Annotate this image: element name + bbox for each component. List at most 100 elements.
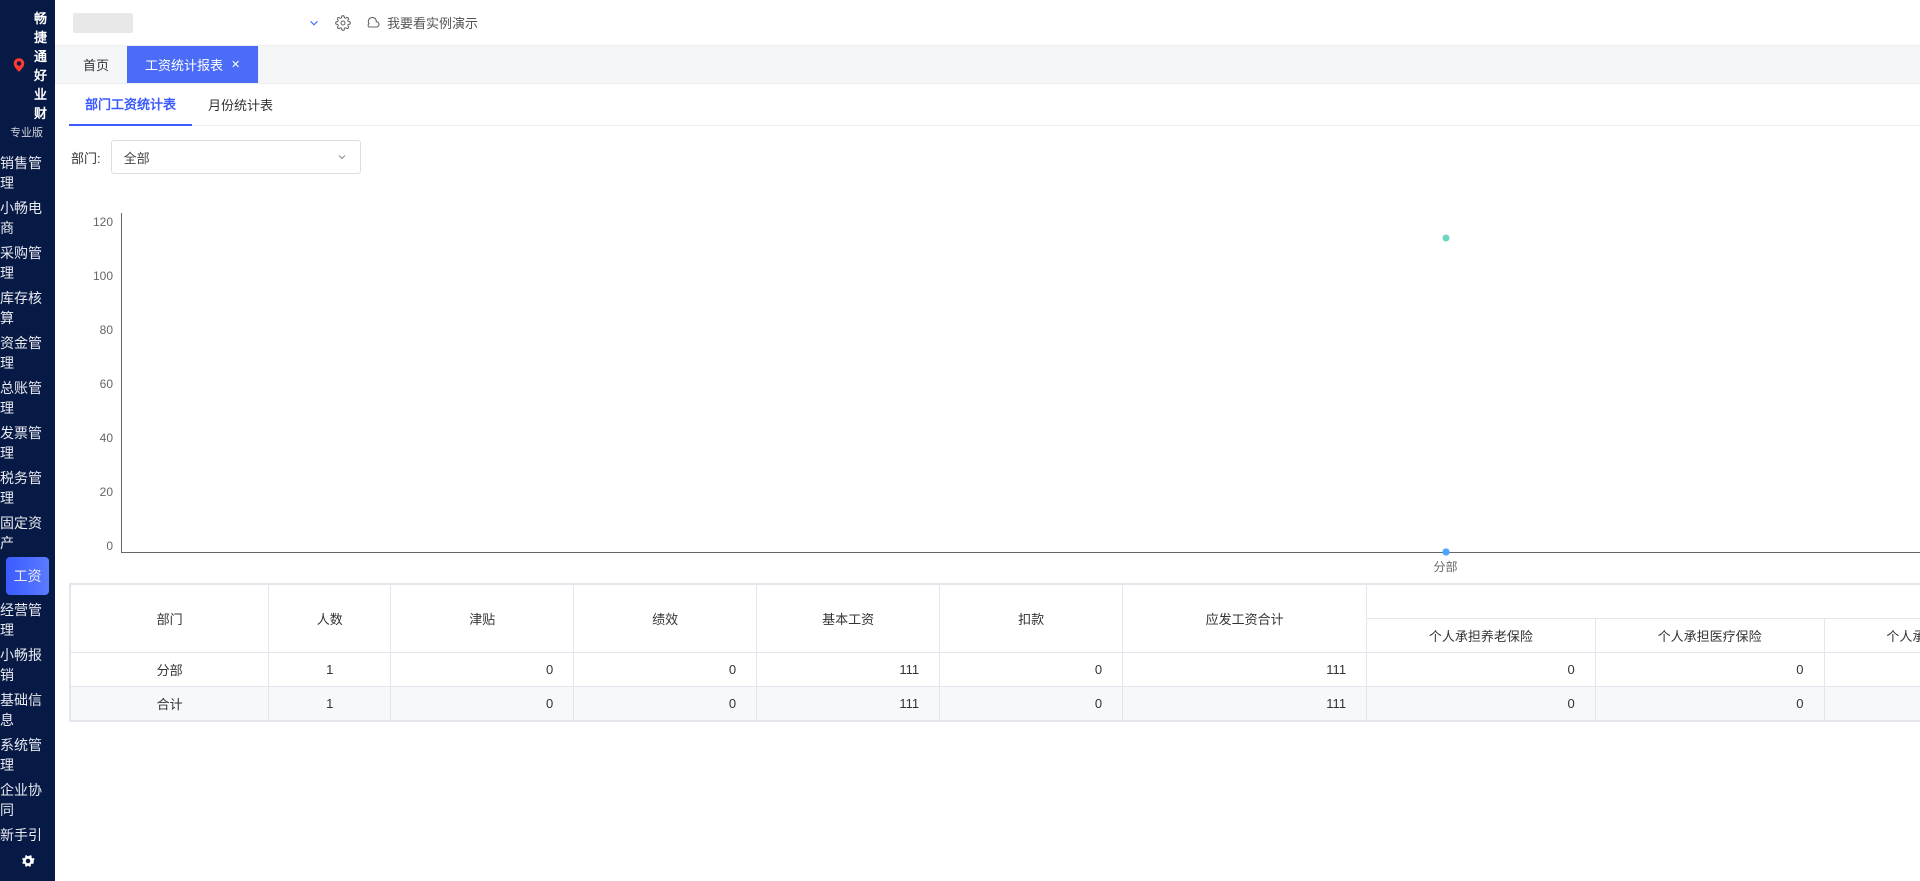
- sidebar-item-label: 发票管理: [0, 423, 55, 463]
- sidebar-item-3[interactable]: 库存核算: [0, 285, 55, 330]
- content: 部门工资统计表 月份统计表 下载 刷新: [55, 84, 1920, 881]
- th-dept: 部门: [71, 585, 269, 653]
- y-tick: 40: [100, 431, 113, 445]
- table-wrap[interactable]: 部门 人数 津贴 绩效 基本工资 扣款 应发工资合计 个人承担社保公积金 个人承…: [69, 583, 1920, 722]
- sidebar-item-0[interactable]: 销售管理: [0, 150, 55, 195]
- brand-name: 畅捷通好业财: [34, 8, 47, 122]
- sidebar-item-13[interactable]: 系统管理: [0, 732, 55, 777]
- sidebar-item-10[interactable]: 经营管理: [0, 597, 55, 642]
- sidebar-item-label: 新手引导: [0, 825, 55, 842]
- th-payable: 应发工资合计: [1123, 585, 1367, 653]
- sidebar-item-9[interactable]: 工资: [6, 557, 49, 595]
- sidebar-item-7[interactable]: 税务管理: [0, 465, 55, 510]
- subtab-month[interactable]: 月份统计表: [192, 84, 289, 126]
- sidebar-item-label: 总账管理: [0, 378, 55, 418]
- sidebar-item-5[interactable]: 总账管理: [0, 375, 55, 420]
- sidebar-item-1[interactable]: 小畅电商: [0, 195, 55, 240]
- table-cell: 分部: [71, 653, 269, 687]
- table-cell: 1: [269, 687, 391, 721]
- sidebar-settings[interactable]: [0, 841, 55, 881]
- th-allowance: 津贴: [391, 585, 574, 653]
- table-cell: 0: [574, 653, 757, 687]
- page-tabs: 首页 工资统计报表 ✕ ✕: [55, 46, 1920, 84]
- dept-select[interactable]: 全部: [111, 140, 361, 174]
- sidebar-item-label: 税务管理: [0, 468, 55, 508]
- sidebar-item-4[interactable]: 资金管理: [0, 330, 55, 375]
- sidebar-item-label: 资金管理: [0, 333, 55, 373]
- org-selector[interactable]: [73, 13, 293, 33]
- sidebar-item-11[interactable]: 小畅报销: [0, 642, 55, 687]
- table-cell: 0: [1824, 653, 1920, 687]
- chevron-down-icon: [336, 151, 348, 163]
- cloud-icon: [365, 15, 381, 31]
- table-cell: 合计: [71, 687, 269, 721]
- table-cell: 0: [574, 687, 757, 721]
- sidebar-item-label: 固定资产: [0, 513, 55, 553]
- table-cell: 0: [940, 687, 1123, 721]
- gear-icon: [19, 852, 37, 870]
- data-point[interactable]: [1442, 549, 1449, 556]
- sidebar-item-label: 小畅报销: [0, 645, 55, 685]
- brand-edition: 专业版: [0, 124, 55, 150]
- close-icon[interactable]: ✕: [231, 58, 240, 71]
- chart-y-axis: 120 100 80 60 40 20 0: [71, 213, 121, 573]
- demo-label: 我要看实例演示: [387, 13, 478, 32]
- table-cell: 111: [757, 653, 940, 687]
- sub-tabs: 部门工资统计表 月份统计表 下载 刷新: [69, 84, 1920, 126]
- sidebar-item-label: 小畅电商: [0, 198, 55, 238]
- th-count: 人数: [269, 585, 391, 653]
- y-tick: 80: [100, 323, 113, 337]
- sidebar-item-label: 基础信息: [0, 690, 55, 730]
- subtab-dept[interactable]: 部门工资统计表: [69, 84, 192, 126]
- y-tick: 0: [106, 539, 113, 553]
- main: 我要看实例演示 消息 99 + App下载: [55, 0, 1920, 881]
- settings-icon[interactable]: [335, 15, 351, 31]
- dept-select-value: 全部: [124, 148, 150, 167]
- tab-salary-report[interactable]: 工资统计报表 ✕: [127, 46, 259, 83]
- data-point[interactable]: [1442, 235, 1449, 242]
- y-tick: 120: [93, 215, 113, 229]
- sidebar-item-label: 系统管理: [0, 735, 55, 775]
- th-p-pension: 个人承担养老保险: [1367, 619, 1596, 653]
- nav: 销售管理小畅电商采购管理库存核算资金管理总账管理发票管理税务管理固定资产工资经营…: [0, 150, 55, 841]
- sidebar-item-2[interactable]: 采购管理: [0, 240, 55, 285]
- tab-active-label: 工资统计报表: [145, 55, 223, 74]
- y-tick: 60: [100, 377, 113, 391]
- table-cell: 0: [1367, 653, 1596, 687]
- salary-table: 部门 人数 津贴 绩效 基本工资 扣款 应发工资合计 个人承担社保公积金 个人承…: [70, 584, 1920, 721]
- sidebar-item-label: 经营管理: [0, 600, 55, 640]
- sidebar-item-8[interactable]: 固定资产: [0, 510, 55, 555]
- sidebar-item-label: 采购管理: [0, 243, 55, 283]
- tab-home[interactable]: 首页: [65, 46, 127, 83]
- demo-link[interactable]: 我要看实例演示: [365, 13, 478, 32]
- chart-plot: 分部: [121, 213, 1920, 553]
- sidebar-item-label: 库存核算: [0, 288, 55, 328]
- sidebar-item-6[interactable]: 发票管理: [0, 420, 55, 465]
- table-cell: 0: [1824, 687, 1920, 721]
- sidebar-item-label: 工资: [14, 566, 42, 586]
- sidebar: 畅捷通好业财 专业版 销售管理小畅电商采购管理库存核算资金管理总账管理发票管理税…: [0, 0, 55, 881]
- table-cell: 111: [1123, 687, 1367, 721]
- table-cell: 111: [757, 687, 940, 721]
- y-tick: 20: [100, 485, 113, 499]
- th-base: 基本工资: [757, 585, 940, 653]
- table-cell: 0: [1595, 653, 1824, 687]
- filter-row: 部门: 全部: [69, 126, 1920, 184]
- table-cell: 1: [269, 653, 391, 687]
- sidebar-item-14[interactable]: 企业协同: [0, 777, 55, 822]
- tab-home-label: 首页: [83, 55, 109, 74]
- sidebar-item-12[interactable]: 基础信息: [0, 687, 55, 732]
- th-p-medical: 个人承担医疗保险: [1595, 619, 1824, 653]
- sidebar-item-15[interactable]: 新手引导: [0, 822, 55, 841]
- chevron-down-icon[interactable]: [307, 16, 321, 30]
- table-cell: 0: [940, 653, 1123, 687]
- table-total-row: 合计1001110111000000: [71, 687, 1920, 721]
- sidebar-item-label: 销售管理: [0, 153, 55, 193]
- brand: 畅捷通好业财: [0, 0, 55, 124]
- th-perf: 绩效: [574, 585, 757, 653]
- table-cell: 0: [391, 687, 574, 721]
- chart-legend: 社会保险(单位)住房公积金(单位)应发工资总额: [71, 184, 1920, 213]
- th-p-unemp: 个人承担失业保险: [1824, 619, 1920, 653]
- y-tick: 100: [93, 269, 113, 283]
- brand-logo-icon: [10, 56, 28, 74]
